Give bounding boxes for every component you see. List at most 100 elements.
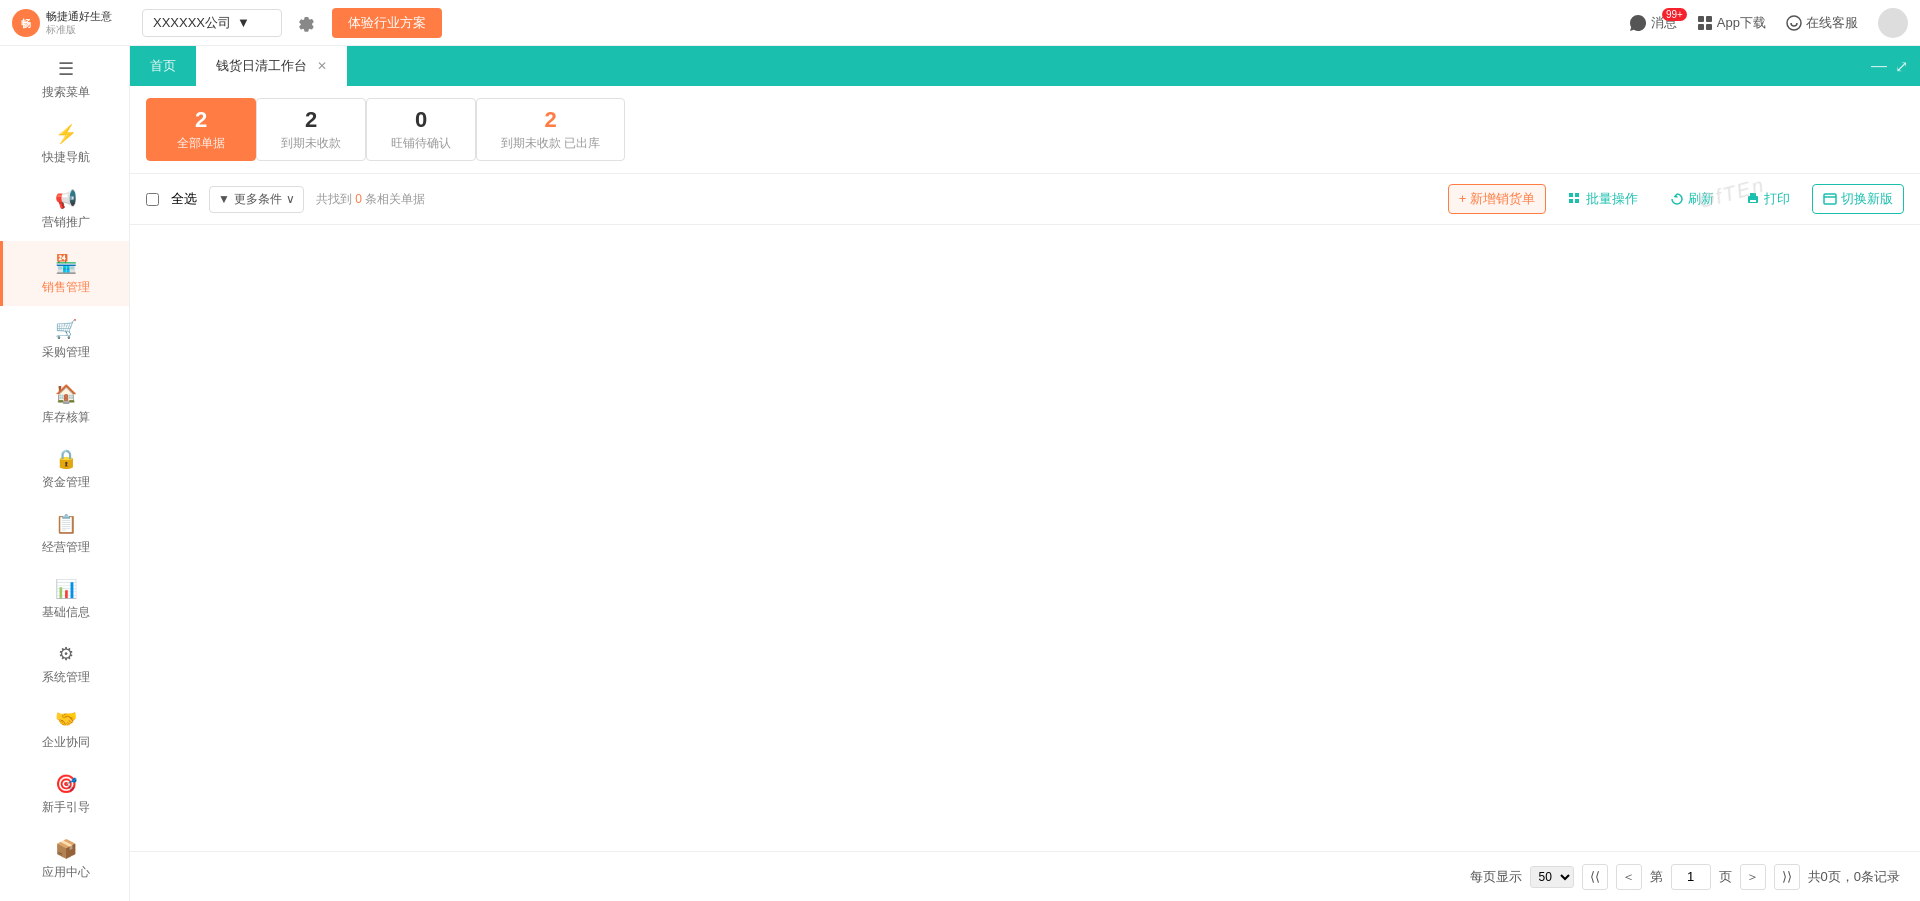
more-filter-label: 更多条件 xyxy=(234,191,282,208)
settings-button[interactable] xyxy=(290,7,322,39)
sidebar-label-marketing: 营销推广 xyxy=(42,214,90,231)
company-name: XXXXXX公司 xyxy=(153,14,231,32)
sidebar-item-system[interactable]: ⚙ 系统管理 xyxy=(0,631,129,696)
add-sale-order-button[interactable]: + 新增销货单 xyxy=(1448,184,1546,214)
svg-text:畅: 畅 xyxy=(21,18,31,29)
stat-tab-out[interactable]: 2 到期未收款 已出库 xyxy=(476,98,625,161)
logo-sub-text: 标准版 xyxy=(46,23,112,36)
svg-rect-2 xyxy=(1698,16,1704,22)
enterprise-icon: 🤝 xyxy=(55,708,77,730)
more-filter-button[interactable]: ▼ 更多条件 ∨ xyxy=(209,186,304,213)
sidebar-item-purchase[interactable]: 🛒 采购管理 xyxy=(0,306,129,371)
svg-rect-10 xyxy=(1575,199,1579,203)
top-header: 畅 畅捷通好生意 标准版 XXXXXX公司 ▼ 体验行业方案 消息 99+ xyxy=(0,0,1920,46)
svg-rect-5 xyxy=(1706,24,1712,30)
sidebar-item-basic-info[interactable]: 📊 基础信息 xyxy=(0,566,129,631)
avatar xyxy=(1878,8,1908,38)
trial-button[interactable]: 体验行业方案 xyxy=(332,8,442,38)
last-page-button[interactable]: ⟩⟩ xyxy=(1774,864,1800,890)
finance-icon: 🔒 xyxy=(55,448,77,470)
next-page-button[interactable]: ＞ xyxy=(1740,864,1766,890)
sales-icon: 🏪 xyxy=(55,253,77,275)
toolbar-right: + 新增销货单 批量操作 刷新 xyxy=(1448,184,1904,214)
batch-btn-label: 批量操作 xyxy=(1586,190,1638,208)
filter-chevron-icon: ∨ xyxy=(286,192,295,206)
svg-rect-8 xyxy=(1575,193,1579,197)
stat-tab-overdue[interactable]: 2 到期未收款 xyxy=(256,98,366,161)
search-menu-icon: ☰ xyxy=(58,58,74,80)
print-btn-label: 打印 xyxy=(1764,190,1790,208)
stats-tabs: 2 全部单据 2 到期未收款 0 旺铺待确认 2 到期未收款 已出库 xyxy=(130,86,1920,174)
refresh-button[interactable]: 刷新 xyxy=(1660,185,1724,213)
stat-num-pending: 0 xyxy=(415,107,427,133)
tab-minimize-icon[interactable]: — xyxy=(1871,57,1887,75)
company-selector[interactable]: XXXXXX公司 ▼ xyxy=(142,9,282,37)
sidebar-item-search-menu[interactable]: ☰ 搜索菜单 xyxy=(0,46,129,111)
pagination: 每页显示 50 ⟨⟨ ＜ 第 页 ＞ ⟩⟩ 共0页，0条记录 xyxy=(130,851,1920,901)
stat-tab-pending[interactable]: 0 旺铺待确认 xyxy=(366,98,476,161)
basic-info-icon: 📊 xyxy=(55,578,77,600)
sidebar-label-basic: 基础信息 xyxy=(42,604,90,621)
app-download-button[interactable]: App下载 xyxy=(1697,14,1766,32)
sidebar-item-inventory[interactable]: 🏠 库存核算 xyxy=(0,371,129,436)
user-avatar-area[interactable] xyxy=(1878,8,1908,38)
header-right: 消息 99+ App下载 在线客服 xyxy=(1629,8,1908,38)
tab-expand-icon[interactable]: ⤢ xyxy=(1895,57,1908,76)
select-all-label: 全选 xyxy=(171,190,197,208)
main-layout: ☰ 搜索菜单 ⚡ 快捷导航 📢 营销推广 🏪 销售管理 🛒 采购管理 🏠 库存核… xyxy=(0,46,1920,901)
sidebar-label-finance: 资金管理 xyxy=(42,474,90,491)
page-label: 第 xyxy=(1650,868,1663,886)
sidebar-item-guide[interactable]: 🎯 新手引导 xyxy=(0,761,129,826)
batch-operation-button[interactable]: 批量操作 xyxy=(1558,185,1648,213)
sidebar-item-wechat[interactable]: 💬 企业微信 xyxy=(0,891,129,901)
found-count: 0 xyxy=(355,192,362,206)
found-unit: 条相关单据 xyxy=(365,192,425,206)
sidebar-item-app-center[interactable]: 📦 应用中心 xyxy=(0,826,129,891)
filter-icon: ▼ xyxy=(218,192,230,206)
sidebar-label-search: 搜索菜单 xyxy=(42,84,90,101)
first-page-button[interactable]: ⟨⟨ xyxy=(1582,864,1608,890)
tab-home[interactable]: 首页 xyxy=(130,46,196,86)
select-all-checkbox[interactable] xyxy=(146,193,159,206)
toolbar: 全选 ▼ 更多条件 ∨ 共找到 0 条相关单据 + 新增销货单 批量操作 xyxy=(130,174,1920,225)
app-center-icon: 📦 xyxy=(55,838,77,860)
sidebar-item-operation[interactable]: 📋 经营管理 xyxy=(0,501,129,566)
sidebar-item-enterprise[interactable]: 🤝 企业协同 xyxy=(0,696,129,761)
svg-rect-9 xyxy=(1569,199,1573,203)
stat-tab-all[interactable]: 2 全部单据 xyxy=(146,98,256,161)
purchase-icon: 🛒 xyxy=(55,318,77,340)
sidebar-label-sales: 销售管理 xyxy=(42,279,90,296)
system-icon: ⚙ xyxy=(58,643,74,665)
operation-icon: 📋 xyxy=(55,513,77,535)
stat-label-overdue: 到期未收款 xyxy=(281,135,341,152)
sidebar-item-quick-nav[interactable]: ⚡ 快捷导航 xyxy=(0,111,129,176)
logo-text: 畅捷通好生意 标准版 xyxy=(46,9,112,36)
online-service-label: 在线客服 xyxy=(1806,14,1858,32)
content-area: 首页 钱货日清工作台 ✕ — ⤢ 2 全部单据 2 到期未收款 xyxy=(130,46,1920,901)
switch-new-version-button[interactable]: 切换新版 xyxy=(1812,184,1904,214)
sidebar-label-operation: 经营管理 xyxy=(42,539,90,556)
tab-close-icon[interactable]: ✕ xyxy=(317,59,327,73)
page-content: 2 全部单据 2 到期未收款 0 旺铺待确认 2 到期未收款 已出库 xyxy=(130,86,1920,901)
guide-icon: 🎯 xyxy=(55,773,77,795)
message-button[interactable]: 消息 99+ xyxy=(1629,14,1677,32)
stat-label-out: 到期未收款 已出库 xyxy=(501,135,600,152)
tab-workbench-label: 钱货日清工作台 xyxy=(216,57,307,75)
tab-workbench[interactable]: 钱货日清工作台 ✕ xyxy=(196,46,347,86)
page-input[interactable] xyxy=(1671,864,1711,890)
sidebar-label-enterprise: 企业协同 xyxy=(42,734,90,751)
logo-icon: 畅 xyxy=(12,9,40,37)
online-service-button[interactable]: 在线客服 xyxy=(1786,14,1858,32)
per-page-select[interactable]: 50 xyxy=(1530,866,1574,888)
sidebar-item-finance[interactable]: 🔒 资金管理 xyxy=(0,436,129,501)
sidebar-item-marketing[interactable]: 📢 营销推广 xyxy=(0,176,129,241)
prev-page-button[interactable]: ＜ xyxy=(1616,864,1642,890)
table-area xyxy=(130,225,1920,851)
sidebar-item-sales[interactable]: 🏪 销售管理 xyxy=(0,241,129,306)
sidebar-label-quicknav: 快捷导航 xyxy=(42,149,90,166)
print-button[interactable]: 打印 xyxy=(1736,185,1800,213)
stat-num-all: 2 xyxy=(195,107,207,133)
sidebar-label-purchase: 采购管理 xyxy=(42,344,90,361)
quick-nav-icon: ⚡ xyxy=(55,123,77,145)
stat-label-all: 全部单据 xyxy=(177,135,225,152)
